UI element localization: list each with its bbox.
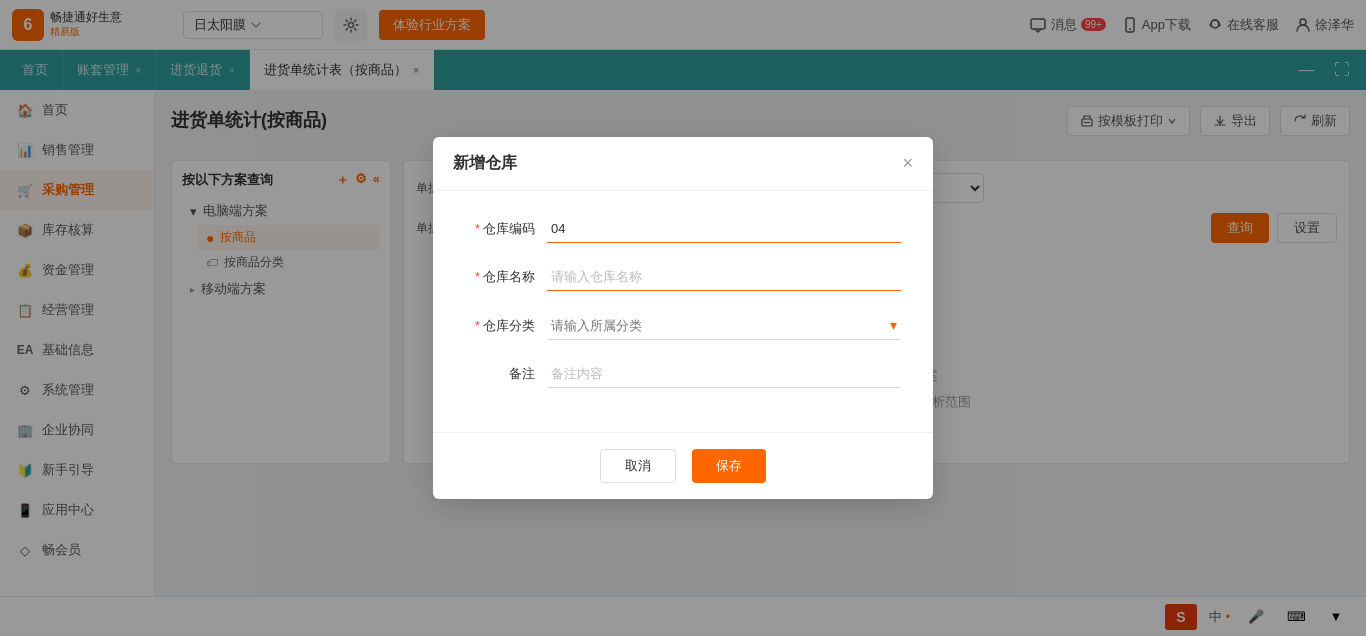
form-row-note: 备注 [465, 360, 901, 388]
form-category-label: 仓库分类 [465, 317, 535, 335]
form-code-label: 仓库编码 [465, 220, 535, 238]
form-name-input[interactable] [547, 263, 901, 291]
modal-close-btn[interactable]: × [902, 153, 913, 174]
form-note-input[interactable] [547, 360, 901, 388]
modal-add-warehouse: 新增仓库 × 仓库编码 仓库名称 仓库分类 ▾ 备注 [433, 137, 933, 499]
save-btn[interactable]: 保存 [692, 449, 766, 483]
form-code-input[interactable] [547, 215, 901, 243]
modal-title: 新增仓库 [453, 153, 517, 174]
form-row-code: 仓库编码 [465, 215, 901, 243]
form-category-wrap: ▾ [547, 311, 901, 340]
modal-body: 仓库编码 仓库名称 仓库分类 ▾ 备注 [433, 191, 933, 432]
form-row-category: 仓库分类 ▾ [465, 311, 901, 340]
form-name-label: 仓库名称 [465, 268, 535, 286]
modal-overlay: 新增仓库 × 仓库编码 仓库名称 仓库分类 ▾ 备注 [0, 0, 1366, 636]
form-note-label: 备注 [465, 365, 535, 383]
modal-header: 新增仓库 × [433, 137, 933, 191]
cancel-btn[interactable]: 取消 [600, 449, 676, 483]
form-row-name: 仓库名称 [465, 263, 901, 291]
category-dropdown-icon[interactable]: ▾ [890, 317, 897, 333]
form-category-input[interactable] [551, 318, 890, 333]
modal-footer: 取消 保存 [433, 432, 933, 499]
